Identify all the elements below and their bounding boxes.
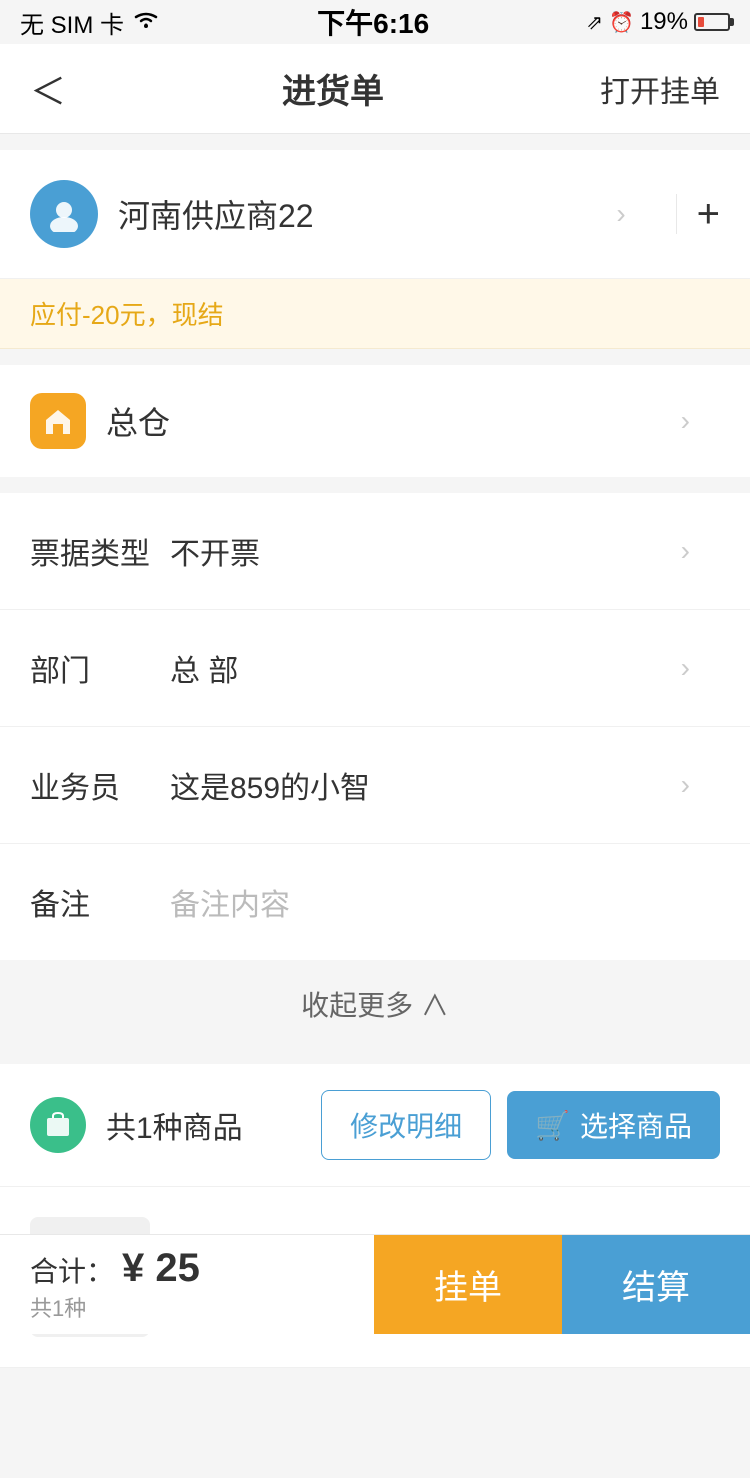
- alarm-icon: ⏰: [609, 10, 634, 35]
- wifi-icon: [132, 8, 160, 36]
- add-button[interactable]: +: [697, 192, 720, 237]
- footer-spacer: [0, 1368, 750, 1478]
- back-button[interactable]: ＜: [30, 63, 66, 115]
- product-header: 共1种商品 修改明细 🛒 选择商品: [0, 1064, 750, 1187]
- status-bar: 无 SIM 卡 下午6:16 ⇗ ⏰ 19%: [0, 0, 750, 44]
- product-count-label: 共1种商品: [106, 1103, 321, 1147]
- remark-row[interactable]: 备注 备注内容: [0, 844, 750, 960]
- notice-bar: 应付-20元，现结: [0, 279, 750, 349]
- warehouse-section[interactable]: 总仓 ›: [0, 365, 750, 477]
- supplier-section: 河南供应商22 › + 应付-20元，现结: [0, 150, 750, 349]
- collapse-label: 收起更多 ∧: [301, 984, 449, 1024]
- product-count-icon: [30, 1097, 86, 1153]
- page-title: 进货单: [282, 64, 384, 113]
- remark-label: 备注: [30, 880, 150, 924]
- supplier-row[interactable]: 河南供应商22 › +: [0, 150, 750, 279]
- open-hang-button[interactable]: 打开挂单: [600, 67, 720, 111]
- select-product-label: 选择商品: [580, 1105, 692, 1145]
- collapse-row[interactable]: 收起更多 ∧: [0, 960, 750, 1048]
- divider-2: [0, 477, 750, 493]
- department-row[interactable]: 部门 总 部 ›: [0, 610, 750, 727]
- select-product-button[interactable]: 🛒 选择商品: [507, 1091, 720, 1159]
- supplier-chevron-icon: ›: [616, 198, 625, 230]
- salesperson-value: 这是859的小智: [170, 763, 681, 807]
- checkout-button[interactable]: 结算: [562, 1235, 750, 1334]
- select-product-icon: 🛒: [535, 1109, 570, 1142]
- department-chevron: ›: [681, 652, 690, 684]
- footer-total-amount: ¥ 25: [122, 1246, 200, 1291]
- footer-total-row: 合计： ¥ 25: [30, 1246, 344, 1291]
- divider-1: [0, 349, 750, 365]
- supplier-avatar: [30, 180, 98, 248]
- notice-text: 应付-20元，现结: [30, 300, 224, 330]
- battery-text: 19%: [640, 8, 688, 36]
- warehouse-name: 总仓: [106, 398, 681, 444]
- nav-bar: ＜ 进货单 打开挂单: [0, 44, 750, 134]
- remark-placeholder[interactable]: 备注内容: [170, 880, 720, 924]
- supplier-name: 河南供应商22: [118, 191, 616, 237]
- footer-sub-label: 共1种: [30, 1291, 344, 1323]
- supplier-divider: [676, 194, 677, 234]
- warehouse-icon: [30, 393, 86, 449]
- footer-total-label: 合计：: [30, 1250, 114, 1290]
- carrier-text: 无 SIM 卡: [20, 5, 124, 40]
- footer-total: 合计： ¥ 25 共1种: [0, 1235, 374, 1334]
- top-divider: [0, 134, 750, 150]
- warehouse-row[interactable]: 总仓 ›: [0, 365, 750, 477]
- status-time: 下午6:16: [317, 2, 429, 42]
- department-label: 部门: [30, 646, 150, 690]
- salesperson-row[interactable]: 业务员 这是859的小智 ›: [0, 727, 750, 844]
- department-value: 总 部: [170, 646, 681, 690]
- footer: 合计： ¥ 25 共1种 挂单 结算: [0, 1234, 750, 1334]
- salesperson-label: 业务员: [30, 763, 150, 807]
- invoice-type-row[interactable]: 票据类型 不开票 ›: [0, 493, 750, 610]
- hang-button[interactable]: 挂单: [374, 1235, 562, 1334]
- status-left: 无 SIM 卡: [20, 5, 160, 40]
- invoice-type-label: 票据类型: [30, 529, 150, 573]
- invoice-type-chevron: ›: [681, 535, 690, 567]
- location-icon: ⇗: [586, 10, 603, 35]
- salesperson-chevron: ›: [681, 769, 690, 801]
- form-section: 票据类型 不开票 › 部门 总 部 › 业务员 这是859的小智 › 备注 备注…: [0, 493, 750, 960]
- status-right: ⇗ ⏰ 19%: [586, 8, 730, 36]
- edit-detail-button[interactable]: 修改明细: [321, 1090, 491, 1160]
- battery-icon: [694, 13, 730, 31]
- invoice-type-value: 不开票: [170, 529, 681, 573]
- warehouse-chevron-icon: ›: [681, 405, 690, 437]
